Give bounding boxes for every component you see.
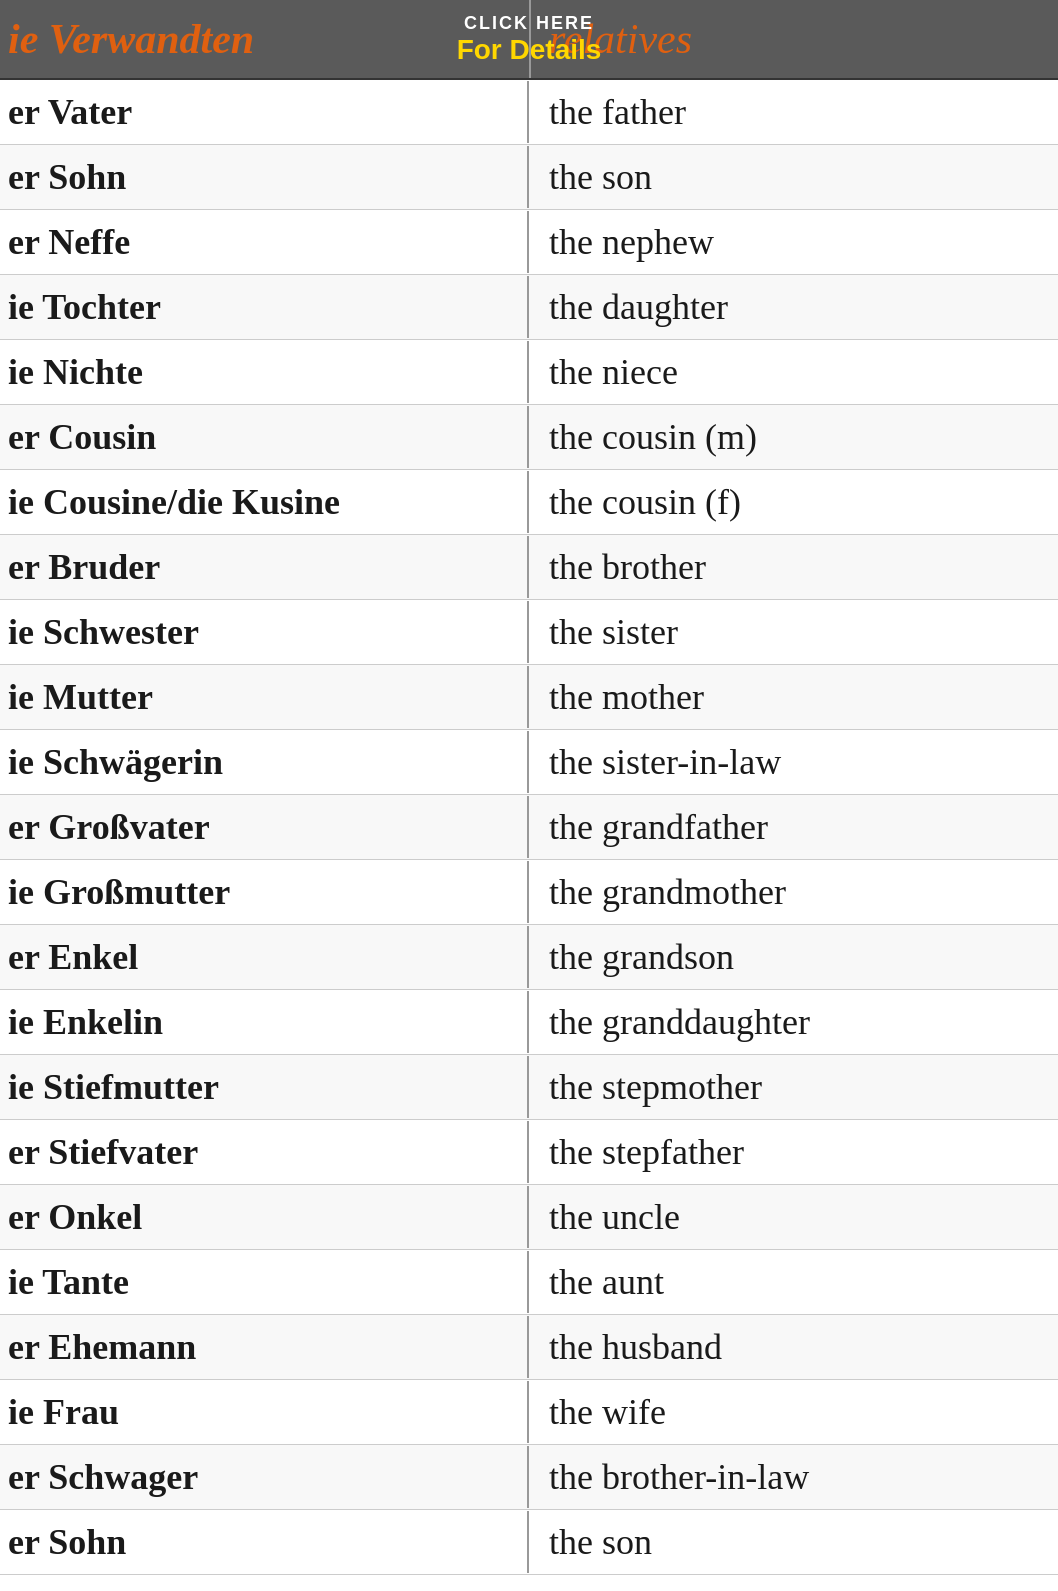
header-row: ie Verwandten CLICK HERE For Details rel…: [0, 0, 1058, 80]
vocab-table: er Vaterthe fatherer Sohnthe soner Neffe…: [0, 80, 1058, 1575]
english-cell: the brother: [529, 536, 1058, 598]
table-row: ie Enkelinthe granddaughter: [0, 990, 1058, 1055]
german-cell: ie Stiefmutter: [0, 1056, 529, 1118]
english-cell: the son: [529, 1511, 1058, 1573]
page-container: ie Verwandten CLICK HERE For Details rel…: [0, 0, 1058, 1591]
table-row: ie Nichtethe niece: [0, 340, 1058, 405]
german-cell: ie Cousine/die Kusine: [0, 471, 529, 533]
table-row: ie Schwägerinthe sister-in-law: [0, 730, 1058, 795]
english-cell: the granddaughter: [529, 991, 1058, 1053]
german-cell: er Neffe: [0, 211, 529, 273]
table-row: er Ehemannthe husband: [0, 1315, 1058, 1380]
table-row: er Stiefvaterthe stepfather: [0, 1120, 1058, 1185]
english-cell: the husband: [529, 1316, 1058, 1378]
table-row: er Schwagerthe brother-in-law: [0, 1445, 1058, 1510]
table-row: er Cousinthe cousin (m): [0, 405, 1058, 470]
english-cell: the sister: [529, 601, 1058, 663]
english-cell: the uncle: [529, 1186, 1058, 1248]
english-cell: the grandson: [529, 926, 1058, 988]
english-cell: the nephew: [529, 211, 1058, 273]
german-cell: er Vater: [0, 81, 529, 143]
table-row: er Neffethe nephew: [0, 210, 1058, 275]
table-row: er Enkelthe grandson: [0, 925, 1058, 990]
english-cell: the niece: [529, 341, 1058, 403]
german-cell: er Cousin: [0, 406, 529, 468]
german-cell: ie Mutter: [0, 666, 529, 728]
english-cell: the cousin (f): [529, 471, 1058, 533]
german-cell: er Sohn: [0, 146, 529, 208]
english-cell: the stepmother: [529, 1056, 1058, 1118]
german-cell: ie Enkelin: [0, 991, 529, 1053]
table-row: er Sohnthe son: [0, 1510, 1058, 1575]
header-english: relatives: [529, 15, 1058, 63]
english-cell: the father: [529, 81, 1058, 143]
german-cell: er Schwager: [0, 1446, 529, 1508]
english-cell: the sister-in-law: [529, 731, 1058, 793]
english-cell: the grandfather: [529, 796, 1058, 858]
table-row: ie Tochterthe daughter: [0, 275, 1058, 340]
table-row: ie Großmutterthe grandmother: [0, 860, 1058, 925]
german-cell: ie Schwester: [0, 601, 529, 663]
german-cell: ie Nichte: [0, 341, 529, 403]
table-row: ie Mutterthe mother: [0, 665, 1058, 730]
table-row: ie Schwesterthe sister: [0, 600, 1058, 665]
english-cell: the aunt: [529, 1251, 1058, 1313]
table-row: er Großvaterthe grandfather: [0, 795, 1058, 860]
german-cell: er Onkel: [0, 1186, 529, 1248]
table-row: er Vaterthe father: [0, 80, 1058, 145]
german-cell: er Enkel: [0, 926, 529, 988]
german-cell: ie Großmutter: [0, 861, 529, 923]
table-row: er Bruderthe brother: [0, 535, 1058, 600]
table-row: er Sohnthe son: [0, 145, 1058, 210]
german-cell: ie Tante: [0, 1251, 529, 1313]
english-cell: the son: [529, 146, 1058, 208]
table-row: ie Cousine/die Kusinethe cousin (f): [0, 470, 1058, 535]
english-cell: the brother-in-law: [529, 1446, 1058, 1508]
german-cell: er Sohn: [0, 1511, 529, 1573]
german-cell: ie Frau: [0, 1381, 529, 1443]
english-cell: the cousin (m): [529, 406, 1058, 468]
english-cell: the grandmother: [529, 861, 1058, 923]
table-row: ie Stiefmutterthe stepmother: [0, 1055, 1058, 1120]
german-cell: ie Tochter: [0, 276, 529, 338]
german-cell: er Stiefvater: [0, 1121, 529, 1183]
table-row: er Onkelthe uncle: [0, 1185, 1058, 1250]
table-row: ie Tantethe aunt: [0, 1250, 1058, 1315]
german-cell: er Ehemann: [0, 1316, 529, 1378]
english-cell: the daughter: [529, 276, 1058, 338]
german-cell: ie Schwägerin: [0, 731, 529, 793]
header-german: ie Verwandten: [0, 15, 529, 63]
german-cell: er Bruder: [0, 536, 529, 598]
table-row: ie Frauthe wife: [0, 1380, 1058, 1445]
english-cell: the mother: [529, 666, 1058, 728]
header-divider: [529, 0, 531, 78]
german-cell: er Großvater: [0, 796, 529, 858]
english-cell: the stepfather: [529, 1121, 1058, 1183]
english-cell: the wife: [529, 1381, 1058, 1443]
